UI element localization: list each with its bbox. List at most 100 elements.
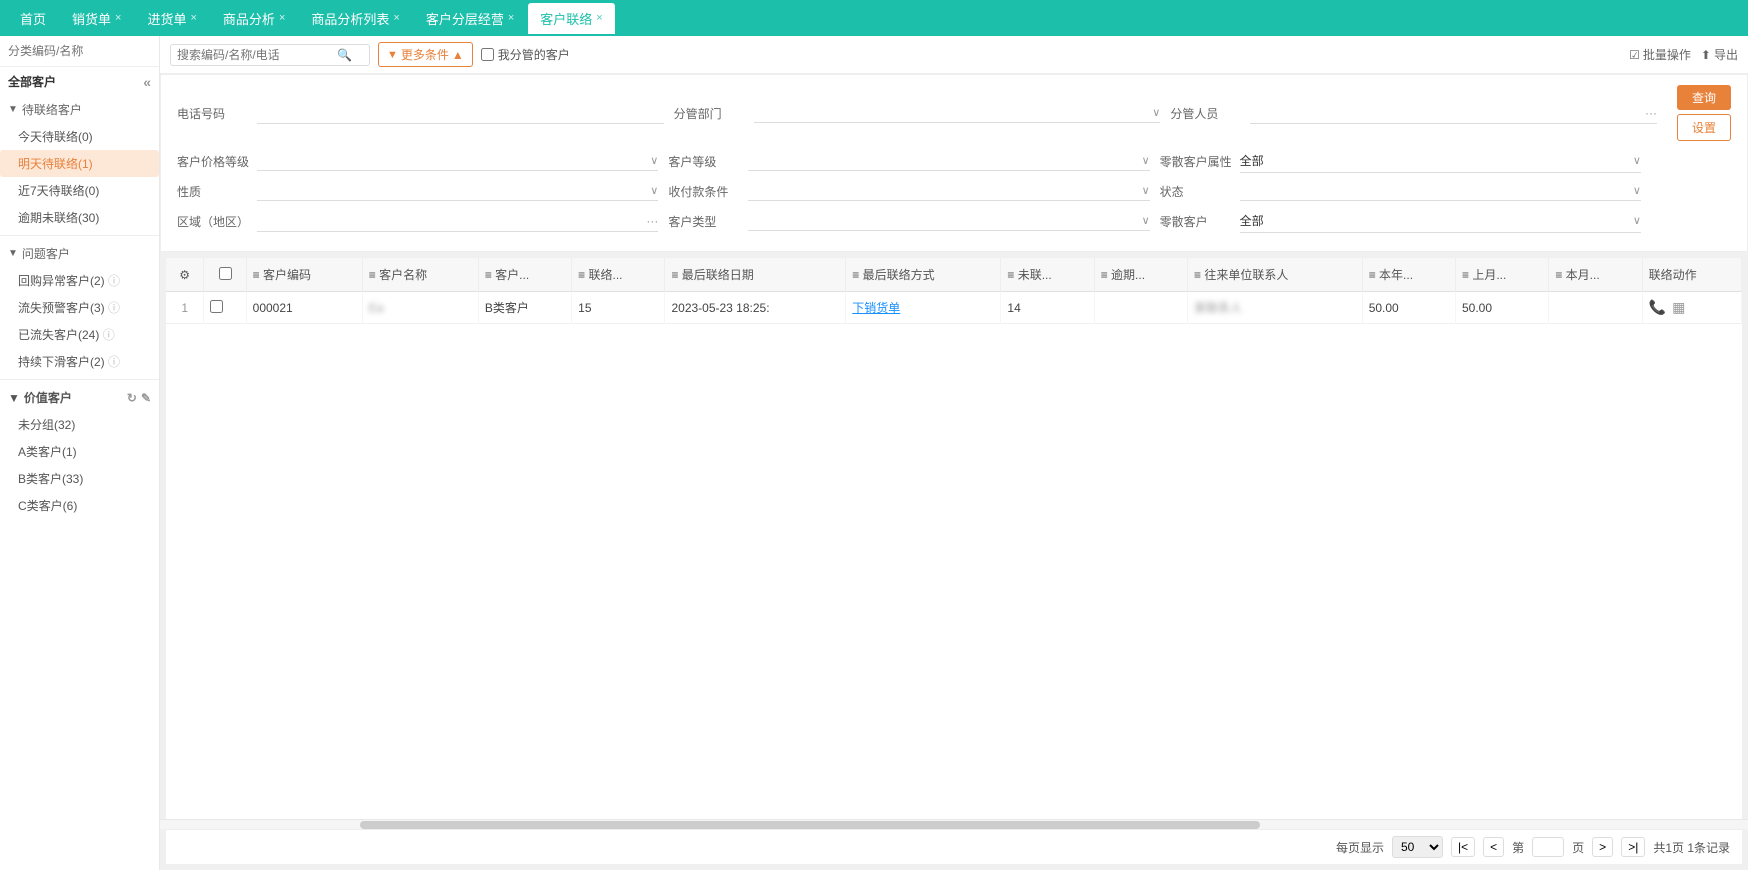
next-page-btn[interactable]: > [1592,837,1613,857]
filter-manager-select[interactable]: ··· [1250,103,1657,124]
th-uncontacted[interactable]: ≡ 未联... [1001,258,1094,292]
filter-row-2: 客户价格等级 ∨ 客户等级 ∨ 零散客户属性 全部 [177,149,1731,173]
select-all-checkbox[interactable] [219,267,232,280]
close-purchase-icon[interactable]: × [190,12,196,24]
nav-item-analysis[interactable]: 商品分析 × [211,3,297,34]
filter-dept-select[interactable]: ∨ [754,103,1161,123]
contacts-text: 某联系人 [1194,301,1242,315]
sidebar-search-input[interactable] [8,44,160,58]
th-overdue[interactable]: ≡ 逾期... [1094,258,1187,292]
filter-dept: 分管部门 ∨ [674,103,1161,123]
close-customer-contact-icon[interactable]: × [596,12,602,24]
close-sales-icon[interactable]: × [115,12,121,24]
sidebar-item-c-class[interactable]: C类客户(6) [0,492,159,519]
sidebar-item-overdue[interactable]: 逾期未联络(30) [0,204,159,231]
per-page-select[interactable]: 50 100 200 [1392,836,1443,858]
row-checkbox[interactable] [210,300,223,313]
th-this-year[interactable]: ≡ 本年... [1362,258,1455,292]
filter-payment-select[interactable]: ∨ [748,181,1149,201]
first-page-btn[interactable]: |< [1451,837,1475,857]
chevron-up-icon: ▲ [452,48,464,62]
sidebar-item-churned[interactable]: 已流失客户(24) ⓘ [0,321,159,348]
nav-item-sales[interactable]: 销货单 × [60,3,133,34]
sidebar-item-a-class[interactable]: A类客户(1) [0,438,159,465]
phone-action-icon[interactable]: 📞 [1649,299,1666,316]
edit-icon[interactable]: ✎ [141,391,151,405]
sidebar-all-customers[interactable]: 全部客户 « [0,67,159,96]
th-this-month[interactable]: ≡ 本月... [1549,258,1642,292]
my-customer-checkbox[interactable] [481,48,494,61]
sidebar-item-churn-warning[interactable]: 流失预警客户(3) ⓘ [0,294,159,321]
filter-price-level-select[interactable]: ∨ [257,151,658,171]
checkbox-icon: ☑ [1629,48,1640,62]
table-row: 1 000021 Ea B类客户 15 2023-05-23 18:25: 下销… [166,292,1742,324]
filter-customer-level-select[interactable]: ∨ [748,151,1149,171]
page-input[interactable]: 1 [1532,837,1564,857]
filter-retail-customer-select[interactable]: 全部 ∨ [1240,209,1641,233]
sidebar-item-b-class[interactable]: B类客户(33) [0,465,159,492]
sidebar-item-declining[interactable]: 持续下滑客户(2) ⓘ [0,348,159,375]
action-btns: 查询 设置 [1677,85,1731,141]
chevron-down-icon-5: ∨ [650,184,658,197]
table-header-row: ⚙ ≡ 客户编码 ≡ 客户名称 ≡ 客户... ≡ 联络... ≡ 最后联络日期… [166,258,1742,292]
th-code[interactable]: ≡ 客户编码 [246,258,362,292]
nav-item-purchase[interactable]: 进货单 × [135,3,208,34]
th-name[interactable]: ≡ 客户名称 [362,258,478,292]
setting-btn[interactable]: 设置 [1677,114,1731,141]
sidebar-group-problem[interactable]: ▼ 问题客户 [0,240,159,267]
horizontal-scrollbar[interactable] [160,819,1748,829]
close-analysis-icon[interactable]: × [279,12,285,24]
sidebar-group-pending[interactable]: ▼ 待联络客户 [0,96,159,123]
th-type[interactable]: ≡ 客户... [478,258,571,292]
filter-status-select[interactable]: ∨ [1240,181,1641,201]
export-btn[interactable]: ⬆ 导出 [1701,46,1738,63]
total-label: 共1页 1条记录 [1653,839,1730,856]
filter-nature-select[interactable]: ∨ [257,181,658,201]
collapse-icon[interactable]: « [143,74,151,90]
nav-item-customer-tier[interactable]: 客户分层经营 × [414,3,526,34]
filter-customer-type: 客户类型 ∨ [668,211,1149,231]
sidebar-item-ungroup[interactable]: 未分组(32) [0,411,159,438]
th-last-month[interactable]: ≡ 上月... [1456,258,1549,292]
filter-price-level-label: 客户价格等级 [177,153,257,170]
nav-item-analysis-list[interactable]: 商品分析列表 × [299,3,411,34]
query-btn[interactable]: 查询 [1677,85,1731,110]
th-gear[interactable]: ⚙ [166,258,204,292]
nav-home[interactable]: 首页 [8,3,58,34]
grid-action-icon[interactable]: ▦ [1672,299,1685,316]
filter-btn[interactable]: ▼ 更多条件 ▲ [378,42,473,67]
filter-customer-type-select[interactable]: ∨ [748,211,1149,231]
close-customer-tier-icon[interactable]: × [508,12,514,24]
last-page-btn[interactable]: >| [1621,837,1645,857]
th-last-date[interactable]: ≡ 最后联络日期 [665,258,846,292]
th-contacts[interactable]: ≡ 往来单位联系人 [1188,258,1363,292]
my-customer-toggle[interactable]: 我分管的客户 [481,46,570,63]
toolbar-right: ☑ 批量操作 ⬆ 导出 [1629,46,1738,63]
th-contact-count[interactable]: ≡ 联络... [572,258,665,292]
table-area: ⚙ ≡ 客户编码 ≡ 客户名称 ≡ 客户... ≡ 联络... ≡ 最后联络日期… [166,258,1742,819]
th-last-method[interactable]: ≡ 最后联络方式 [846,258,1001,292]
prev-page-btn[interactable]: < [1483,837,1504,857]
last-contact-link[interactable]: 下销货单 [852,301,900,315]
sidebar-item-tomorrow[interactable]: 明天待联络(1) [0,150,159,177]
sidebar-item-repurchase[interactable]: 回购异常客户(2) ⓘ [0,267,159,294]
this-year-amount: 50.00 [1362,292,1455,324]
scrollbar-thumb[interactable] [360,821,1260,829]
filter-phone-input[interactable] [257,103,664,124]
filter-region-input[interactable]: ··· [257,211,658,232]
nav-item-customer-contact[interactable]: 客户联络 × [528,3,614,34]
filter-retail-attr-select[interactable]: 全部 ∨ [1240,149,1641,173]
uncontacted-days: 14 [1001,292,1094,324]
filter-row-1: 电话号码 分管部门 ∨ 分管人员 ··· 查询 设置 [177,85,1731,141]
close-analysis-list-icon[interactable]: × [393,12,399,24]
filter-icon: ▼ [387,49,398,61]
sidebar-item-today[interactable]: 今天待联络(0) [0,123,159,150]
filter-customer-type-label: 客户类型 [668,213,748,230]
sidebar-group-value[interactable]: ▼ 价值客户 ↻ ✎ [0,384,159,411]
search-input[interactable] [177,48,337,62]
refresh-icon[interactable]: ↻ [127,391,137,405]
search-icon[interactable]: 🔍 [337,48,352,62]
sidebar-item-7days[interactable]: 近7天待联络(0) [0,177,159,204]
customer-table: ⚙ ≡ 客户编码 ≡ 客户名称 ≡ 客户... ≡ 联络... ≡ 最后联络日期… [166,258,1742,324]
batch-action-btn[interactable]: ☑ 批量操作 [1629,46,1691,63]
